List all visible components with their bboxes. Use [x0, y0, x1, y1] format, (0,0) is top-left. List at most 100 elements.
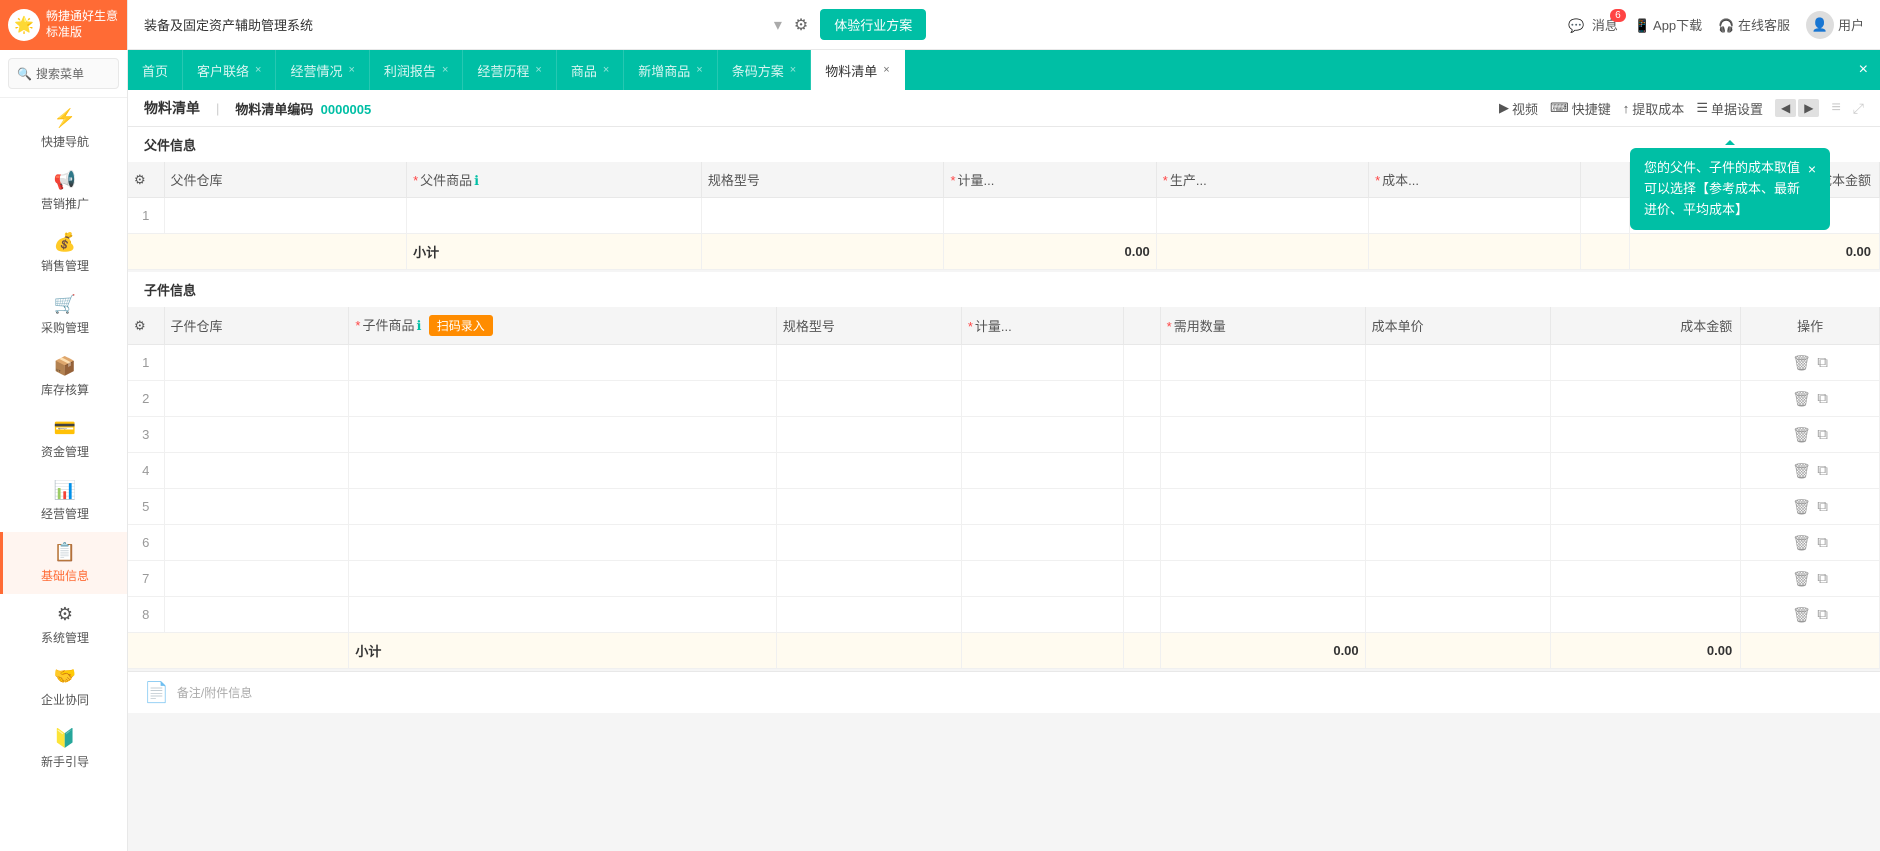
child-row4-unit-price[interactable]: [1365, 453, 1550, 489]
child-row1-qty[interactable]: [1160, 345, 1365, 381]
sub-header-tab1[interactable]: 物料清单: [144, 98, 200, 118]
dropdown-arrow-icon[interactable]: ▾: [774, 15, 782, 35]
sidebar-item-finance[interactable]: 💳 资金管理: [0, 408, 127, 470]
settings-icon[interactable]: ⚙: [794, 15, 808, 35]
child-row4-goods[interactable]: [349, 453, 776, 489]
child-row6-spec[interactable]: [776, 525, 961, 561]
close-tab-new-goods[interactable]: ×: [696, 64, 702, 76]
child-row3-unit-price[interactable]: [1365, 417, 1550, 453]
child-row2-unit-price[interactable]: [1365, 381, 1550, 417]
tooltip-close-btn[interactable]: ×: [1808, 158, 1816, 180]
tab-bom[interactable]: 物料清单 ×: [811, 50, 904, 90]
child-row5-qty[interactable]: [1160, 489, 1365, 525]
child-row6-unit-price[interactable]: [1365, 525, 1550, 561]
child-row3-qty[interactable]: [1160, 417, 1365, 453]
close-tab-barcode[interactable]: ×: [790, 64, 796, 76]
delete-row-icon[interactable]: 🗑: [1792, 390, 1811, 408]
parent-row1-production[interactable]: [1156, 198, 1368, 234]
prev-record-btn[interactable]: ◀: [1775, 99, 1796, 117]
child-row7-qty[interactable]: [1160, 561, 1365, 597]
child-row7-goods[interactable]: [349, 561, 776, 597]
close-tab-customer[interactable]: ×: [255, 64, 261, 76]
delete-row-icon[interactable]: 🗑: [1792, 498, 1811, 516]
child-row5-spec[interactable]: [776, 489, 961, 525]
child-row7-unit-price[interactable]: [1365, 561, 1550, 597]
parent-row1-goods[interactable]: [407, 198, 702, 234]
tab-business[interactable]: 经营情况 ×: [276, 50, 369, 90]
parent-row1-cost[interactable]: [1369, 198, 1581, 234]
child-row2-unit[interactable]: [961, 381, 1123, 417]
delete-row-icon[interactable]: 🗑: [1792, 570, 1811, 588]
child-row8-unit-price[interactable]: [1365, 597, 1550, 633]
sidebar-item-operations[interactable]: 📊 经营管理: [0, 470, 127, 532]
child-row8-warehouse[interactable]: [164, 597, 349, 633]
extract-cost-action[interactable]: ↑ 提取成本: [1623, 99, 1685, 118]
sidebar-item-purchase[interactable]: 🛒 采购管理: [0, 284, 127, 346]
child-row7-warehouse[interactable]: [164, 561, 349, 597]
child-row8-goods[interactable]: [349, 597, 776, 633]
online-service-link[interactable]: 🎧 在线客服: [1718, 15, 1790, 34]
delete-row-icon[interactable]: 🗑: [1792, 354, 1811, 372]
child-row1-spec[interactable]: [776, 345, 961, 381]
copy-row-icon[interactable]: ⧉: [1817, 390, 1828, 407]
child-row8-spec[interactable]: [776, 597, 961, 633]
tab-profit[interactable]: 利润报告 ×: [370, 50, 463, 90]
child-row5-warehouse[interactable]: [164, 489, 349, 525]
child-row5-unit[interactable]: [961, 489, 1123, 525]
close-tab-business[interactable]: ×: [348, 64, 354, 76]
child-row2-spec[interactable]: [776, 381, 961, 417]
user-menu[interactable]: 👤 用户: [1806, 11, 1864, 39]
copy-row-icon[interactable]: ⧉: [1817, 462, 1828, 479]
copy-row-icon[interactable]: ⧉: [1817, 426, 1828, 443]
next-record-btn[interactable]: ▶: [1798, 99, 1819, 117]
delete-row-icon[interactable]: 🗑: [1792, 426, 1811, 444]
copy-row-icon[interactable]: ⧉: [1817, 534, 1828, 551]
delete-row-icon[interactable]: 🗑: [1792, 606, 1811, 624]
child-row2-goods[interactable]: [349, 381, 776, 417]
tab-new-goods[interactable]: 新增商品 ×: [624, 50, 717, 90]
child-row6-warehouse[interactable]: [164, 525, 349, 561]
child-row1-goods[interactable]: [349, 345, 776, 381]
child-row1-unit[interactable]: [961, 345, 1123, 381]
message-badge[interactable]: 💬 6 消息: [1568, 15, 1618, 34]
close-tab-profit[interactable]: ×: [442, 64, 448, 76]
sidebar-item-quick-nav[interactable]: ⚡ 快捷导航: [0, 98, 127, 160]
child-row3-goods[interactable]: [349, 417, 776, 453]
child-row3-spec[interactable]: [776, 417, 961, 453]
parent-col-settings[interactable]: ⚙: [128, 162, 164, 198]
child-row6-goods[interactable]: [349, 525, 776, 561]
experience-btn[interactable]: 体验行业方案: [820, 9, 926, 40]
child-row5-unit-price[interactable]: [1365, 489, 1550, 525]
child-col-settings[interactable]: ⚙: [128, 307, 164, 345]
sidebar-search[interactable]: 🔍 搜索菜单: [0, 50, 127, 98]
child-row2-qty[interactable]: [1160, 381, 1365, 417]
copy-row-icon[interactable]: ⧉: [1817, 570, 1828, 587]
video-action[interactable]: ▶ 视频: [1499, 99, 1538, 118]
child-row3-warehouse[interactable]: [164, 417, 349, 453]
view-toggle-icon[interactable]: ≡: [1831, 99, 1840, 117]
copy-row-icon[interactable]: ⧉: [1817, 354, 1828, 371]
parent-row1-warehouse[interactable]: [164, 198, 407, 234]
child-row1-unit-price[interactable]: [1365, 345, 1550, 381]
child-row4-unit[interactable]: [961, 453, 1123, 489]
close-tab-bom[interactable]: ×: [883, 64, 889, 76]
tab-customer[interactable]: 客户联络 ×: [183, 50, 276, 90]
sidebar-item-guide[interactable]: 🔰 新手引导: [0, 718, 127, 780]
tab-barcode[interactable]: 条码方案 ×: [718, 50, 811, 90]
copy-row-icon[interactable]: ⧉: [1817, 606, 1828, 623]
sidebar-item-sales[interactable]: 💰 销售管理: [0, 222, 127, 284]
shortcut-action[interactable]: ⌨ 快捷键: [1550, 99, 1611, 118]
child-row4-spec[interactable]: [776, 453, 961, 489]
child-row6-unit[interactable]: [961, 525, 1123, 561]
expand-icon[interactable]: ⤢: [1853, 100, 1864, 117]
tab-home[interactable]: 首页: [128, 50, 183, 90]
scan-input-btn[interactable]: 扫码录入: [429, 315, 493, 336]
tab-history[interactable]: 经营历程 ×: [463, 50, 556, 90]
sidebar-item-system[interactable]: ⚙ 系统管理: [0, 594, 127, 656]
close-all-tabs[interactable]: ×: [1847, 61, 1880, 79]
delete-row-icon[interactable]: 🗑: [1792, 534, 1811, 552]
child-row4-warehouse[interactable]: [164, 453, 349, 489]
app-download-link[interactable]: 📱 App下载: [1634, 15, 1702, 34]
copy-row-icon[interactable]: ⧉: [1817, 498, 1828, 515]
sidebar-item-basic-info[interactable]: 📋 基础信息: [0, 532, 127, 594]
